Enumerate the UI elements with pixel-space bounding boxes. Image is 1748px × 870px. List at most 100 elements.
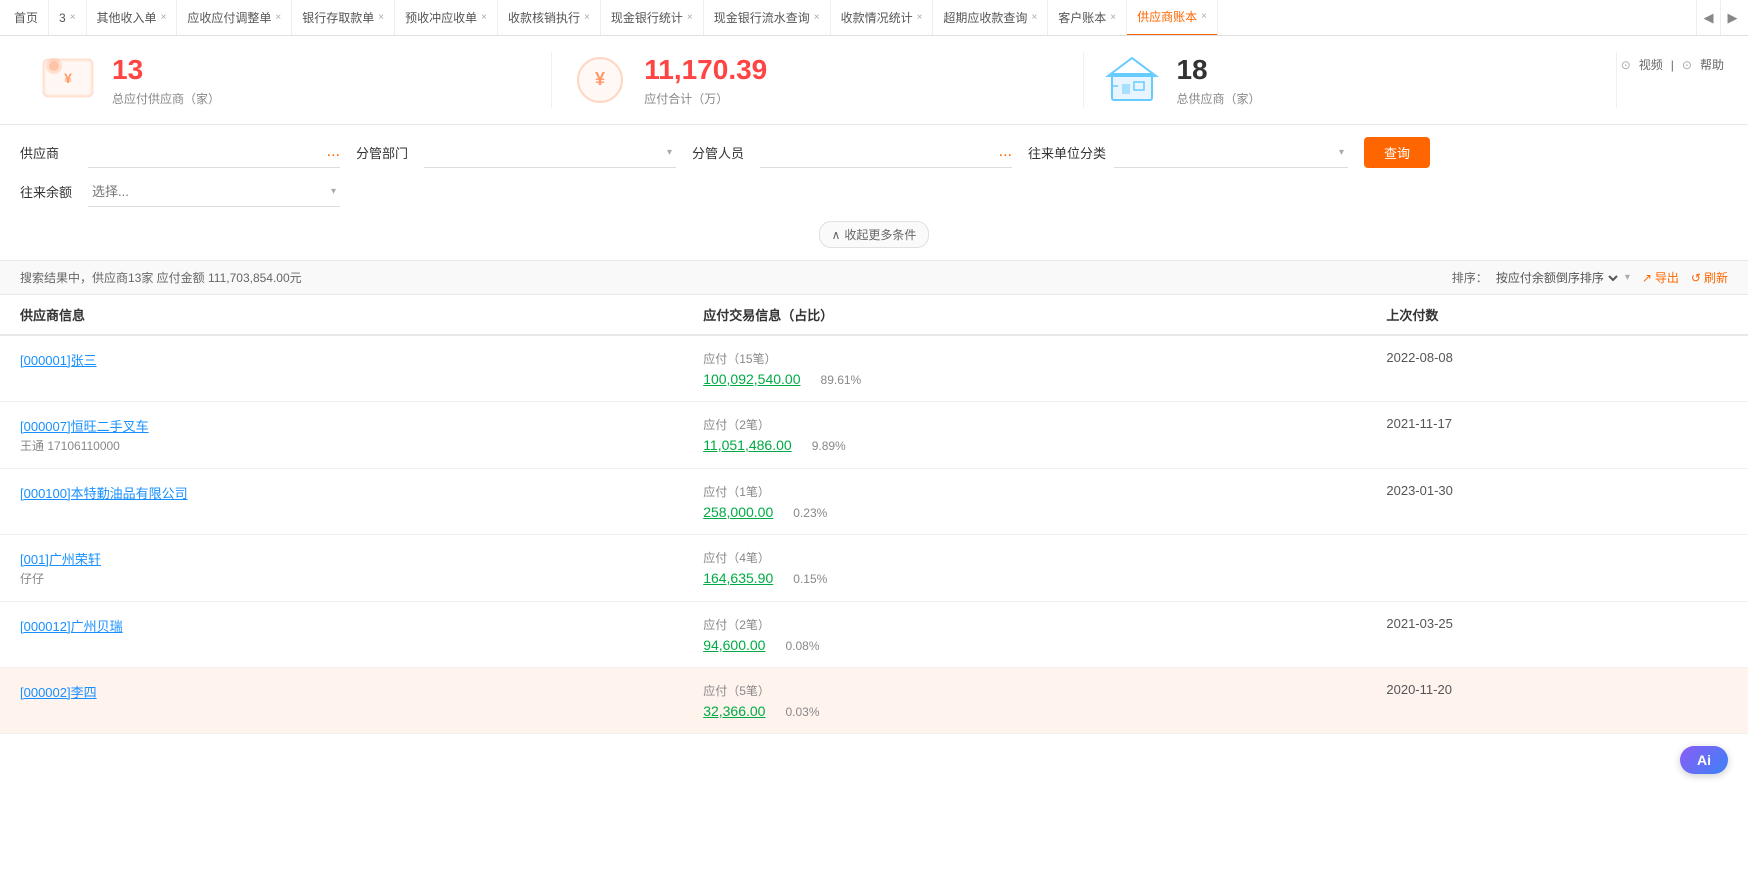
payable-amount-icon: ¥ (572, 52, 628, 108)
supplier-link[interactable]: [000001]张三 (20, 350, 703, 369)
close-icon[interactable]: × (275, 12, 281, 23)
payable-suppliers-text: 13 总应付供应商（家） (112, 53, 220, 108)
close-icon[interactable]: × (584, 12, 590, 23)
close-icon[interactable]: × (161, 12, 167, 23)
tx-row: 258,000.00 0.23% (703, 504, 1386, 520)
nav-tab-home[interactable]: 首页 (4, 0, 49, 36)
table-row: [001]广州荣轩 仔仔 应付（4笔） 164,635.90 0.15% (0, 535, 1748, 602)
export-label: 导出 (1655, 269, 1679, 286)
category-input-wrapper: ▾ (1114, 137, 1348, 168)
nav-tab-supplier[interactable]: 供应商账本 × (1127, 0, 1218, 36)
ai-button[interactable]: Ai (1680, 746, 1728, 774)
tx-amount[interactable]: 100,092,540.00 (703, 371, 800, 387)
dept-filter: 分管部门 ▾ (356, 137, 676, 168)
person-input-wrapper: ... (760, 137, 1012, 168)
tx-pct: 9.89% (812, 439, 846, 453)
tx-info-cell: 应付（1笔） 258,000.00 0.23% (703, 483, 1386, 520)
dept-input[interactable] (424, 137, 667, 167)
close-icon[interactable]: × (1110, 12, 1116, 23)
nav-tab-customer[interactable]: 客户账本 × (1048, 0, 1127, 36)
person-dots[interactable]: ... (999, 143, 1012, 161)
tx-row: 32,366.00 0.03% (703, 703, 1386, 719)
collapse-button[interactable]: ∧ 收起更多条件 (819, 221, 930, 248)
close-icon[interactable]: × (1201, 11, 1207, 22)
collapse-label: 收起更多条件 (844, 226, 916, 243)
last-payment-date: 2023-01-30 (1386, 483, 1453, 498)
svg-text:¥: ¥ (595, 69, 605, 89)
balance-input[interactable] (88, 176, 331, 206)
tx-pct: 0.08% (785, 639, 819, 653)
summary-payable-suppliers: ¥ 13 总应付供应商（家） (20, 52, 552, 108)
supplier-input[interactable] (88, 137, 327, 167)
sort-select[interactable]: 按应付余额倒序排序 (1492, 270, 1621, 286)
table-body: [000001]张三 应付（15笔） 100,092,540.00 89.61%… (0, 336, 1748, 870)
refresh-button[interactable]: ↺ 刷新 (1691, 269, 1728, 286)
nav-tab-receipt-stat[interactable]: 收款情况统计 × (831, 0, 934, 36)
nav-next-button[interactable]: ▶ (1720, 0, 1744, 36)
export-icon: ↗ (1642, 271, 1652, 285)
nav-tab-3[interactable]: 3 × (49, 0, 87, 36)
query-button[interactable]: 查询 (1364, 137, 1430, 168)
supplier-link[interactable]: [000012]广州贝瑞 (20, 616, 703, 635)
nav-prev-button[interactable]: ◀ (1696, 0, 1720, 36)
chevron-down-icon3: ▾ (331, 186, 340, 197)
nav-tab-bank[interactable]: 银行存取款单 × (292, 0, 395, 36)
close-icon[interactable]: × (1031, 12, 1037, 23)
total-suppliers-text: 18 总供应商（家） (1176, 53, 1260, 108)
nav-tab-customer-label: 客户账本 (1058, 9, 1106, 26)
total-suppliers-label: 总供应商（家） (1176, 90, 1260, 107)
supplier-link[interactable]: [000007]恒旺二手叉车 (20, 416, 703, 435)
close-icon[interactable]: × (814, 12, 820, 23)
close-icon[interactable]: × (481, 12, 487, 23)
export-button[interactable]: ↗ 导出 (1642, 269, 1679, 286)
tx-info-cell: 应付（2笔） 11,051,486.00 9.89% (703, 416, 1386, 453)
tx-amount[interactable]: 258,000.00 (703, 504, 773, 520)
supplier-dots[interactable]: ... (327, 143, 340, 161)
payable-amount-number: 11,170.39 (644, 53, 767, 87)
supplier-info-cell: [000002]李四 (20, 682, 703, 701)
close-icon[interactable]: × (70, 12, 76, 23)
nav-tab-prepay[interactable]: 预收冲应收单 × (395, 0, 498, 36)
nav-tab-other-income[interactable]: 其他收入单 × (87, 0, 178, 36)
nav-tab-ar-ap[interactable]: 应收应付调整单 × (177, 0, 292, 36)
tx-amount[interactable]: 11,051,486.00 (703, 437, 792, 453)
nav-tab-receipt-verify[interactable]: 收款核销执行 × (498, 0, 601, 36)
supplier-filter-label: 供应商 (20, 143, 80, 162)
nav-tab-3-label: 3 (59, 11, 66, 25)
nav-tab-overdue[interactable]: 超期应收款查询 × (933, 0, 1048, 36)
tx-info-cell: 应付（2笔） 94,600.00 0.08% (703, 616, 1386, 653)
close-icon[interactable]: × (687, 12, 693, 23)
balance-filter-label: 往来余额 (20, 182, 80, 201)
supplier-link[interactable]: [001]广州荣轩 (20, 549, 703, 568)
category-filter: 往来单位分类 ▾ (1028, 137, 1348, 168)
table-row: [000100]本特勤油品有限公司 应付（1笔） 258,000.00 0.23… (0, 469, 1748, 535)
nav-tab-cash-flow[interactable]: 现金银行流水查询 × (704, 0, 831, 36)
refresh-icon: ↺ (1691, 271, 1701, 285)
last-payment-date: 2020-11-20 (1386, 682, 1452, 697)
summary-payable-amount: ¥ 11,170.39 应付合计（万） (552, 52, 1084, 108)
chevron-down-icon2: ▾ (1339, 147, 1348, 158)
chevron-down-icon4: ▾ (1625, 272, 1630, 283)
supplier-link[interactable]: [000100]本特勤油品有限公司 (20, 483, 703, 502)
tx-label: 应付（2笔） (703, 616, 1386, 633)
collapse-section: ∧ 收起更多条件 (20, 215, 1728, 248)
supplier-sub: 仔仔 (20, 570, 703, 587)
close-icon[interactable]: × (378, 12, 384, 23)
supplier-table: 供应商信息 应付交易信息（占比） 上次付数 [000001]张三 应付（15笔）… (0, 295, 1748, 870)
table-row: [000012]广州贝瑞 应付（2笔） 94,600.00 0.08% 2021… (0, 602, 1748, 668)
last-payment-date: 2022-08-08 (1386, 350, 1453, 365)
balance-input-wrapper: ▾ (88, 176, 340, 207)
tx-amount[interactable]: 94,600.00 (703, 637, 765, 653)
close-icon[interactable]: × (917, 12, 923, 23)
tx-amount[interactable]: 164,635.90 (703, 570, 773, 586)
help-link[interactable]: 帮助 (1700, 56, 1724, 73)
supplier-link[interactable]: [000002]李四 (20, 682, 703, 701)
category-filter-label: 往来单位分类 (1028, 143, 1106, 162)
balance-filter: 往来余额 ▾ (20, 176, 340, 207)
person-input[interactable] (760, 137, 999, 167)
category-input[interactable] (1114, 137, 1339, 167)
video-link[interactable]: 视频 (1639, 56, 1663, 73)
tx-amount[interactable]: 32,366.00 (703, 703, 765, 719)
nav-tab-cash-stat[interactable]: 现金银行统计 × (601, 0, 704, 36)
table-header: 供应商信息 应付交易信息（占比） 上次付数 (0, 295, 1748, 336)
